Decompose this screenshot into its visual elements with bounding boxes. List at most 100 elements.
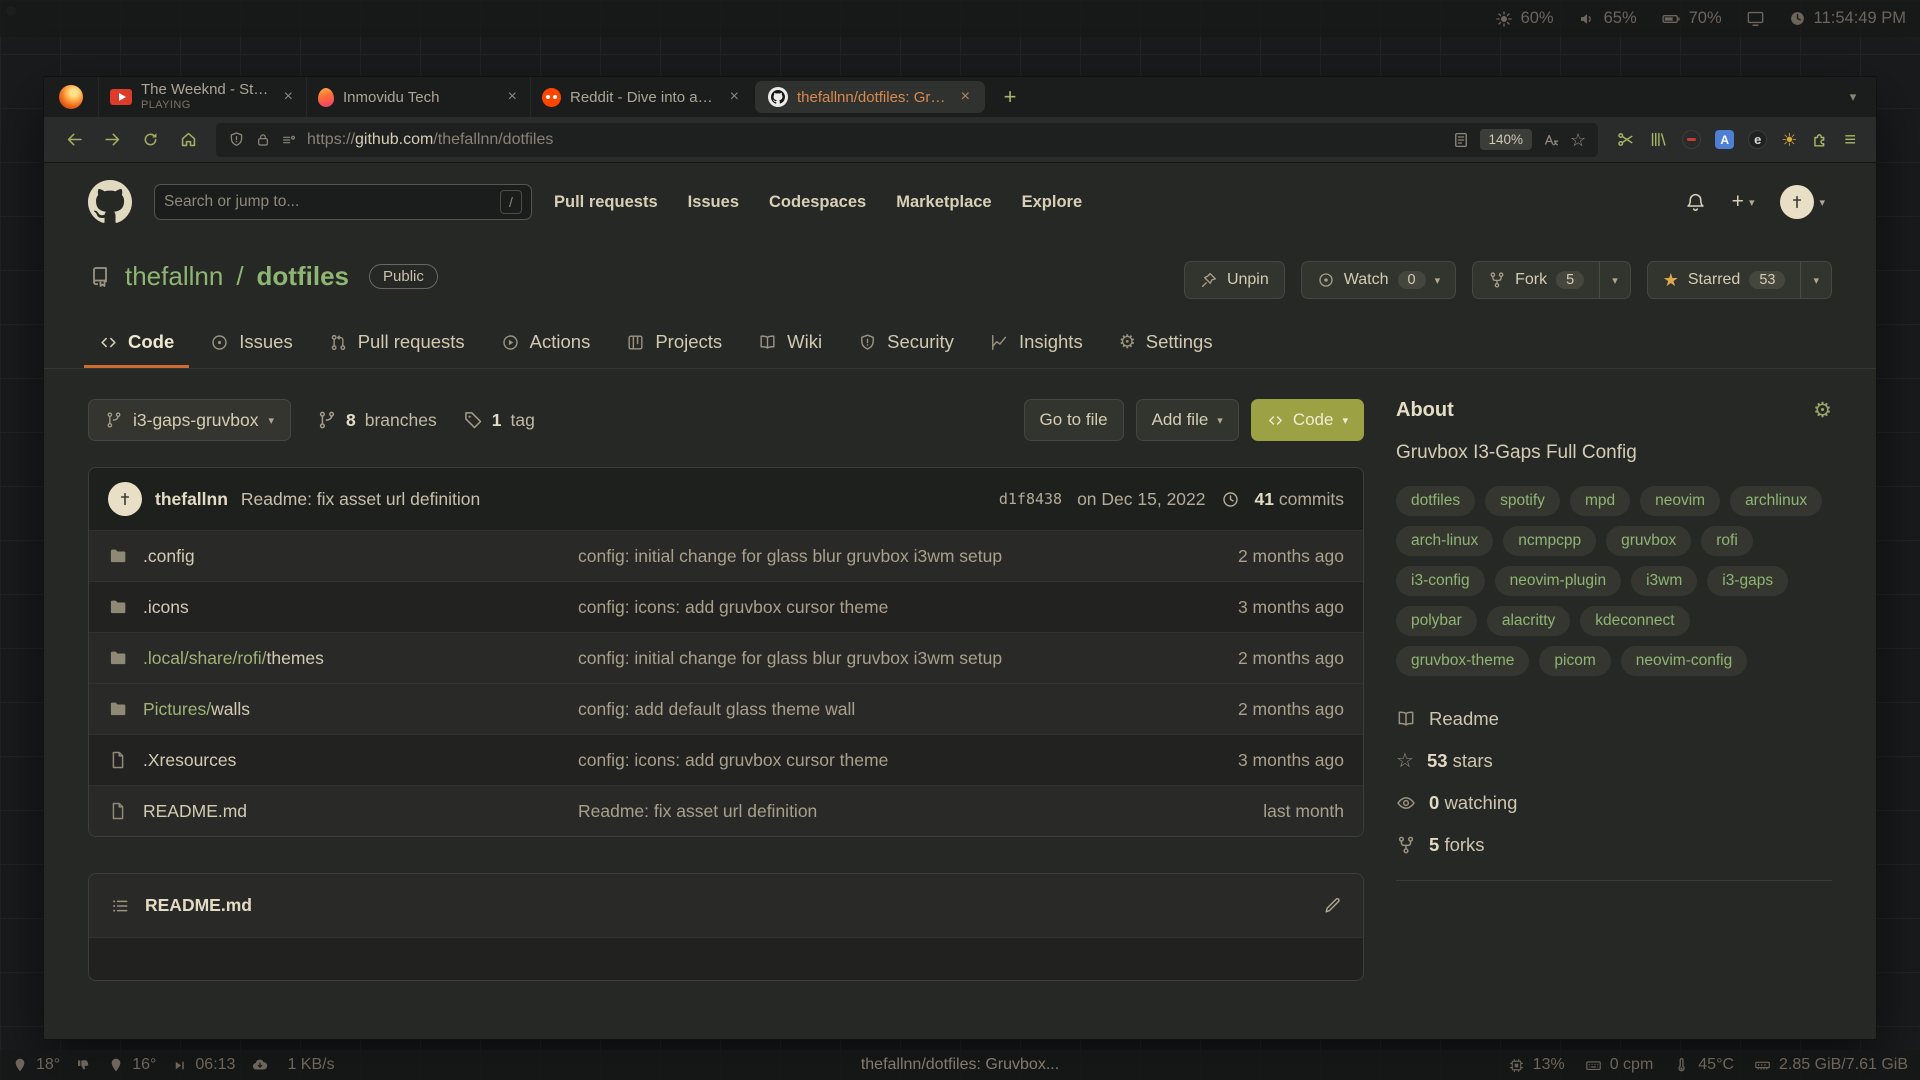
user-menu-button[interactable]: ▾ bbox=[1773, 185, 1832, 219]
add-file-button[interactable]: Add file ▾ bbox=[1136, 399, 1239, 441]
file-commit-message[interactable]: Readme: fix asset url definition bbox=[578, 801, 1154, 822]
topic-tag[interactable]: alacritty bbox=[1487, 606, 1570, 636]
commit-author-avatar[interactable] bbox=[108, 482, 142, 516]
watch-button[interactable]: Watch 0 ▾ bbox=[1301, 261, 1456, 299]
github-search-box[interactable]: / bbox=[154, 184, 532, 220]
home-button[interactable] bbox=[170, 123, 206, 157]
file-row[interactable]: README.md Readme: fix asset url definiti… bbox=[89, 785, 1363, 836]
nav-codespaces[interactable]: Codespaces bbox=[769, 193, 866, 212]
file-commit-message[interactable]: config: add default glass theme wall bbox=[578, 699, 1154, 720]
tab-reddit[interactable]: Reddit - Dive into anythi × bbox=[530, 77, 752, 117]
topic-tag[interactable]: neovim-plugin bbox=[1495, 566, 1622, 596]
star-dropdown-button[interactable]: ▾ bbox=[1800, 261, 1832, 299]
commit-author-link[interactable]: thefallnn bbox=[155, 489, 228, 510]
file-commit-message[interactable]: config: icons: add gruvbox cursor theme bbox=[578, 750, 1154, 771]
notifications-bell-button[interactable] bbox=[1678, 192, 1713, 213]
tab-projects[interactable]: Projects bbox=[611, 321, 737, 368]
url-bar[interactable]: https://github.com/thefallnn/dotfiles 14… bbox=[216, 123, 1598, 157]
file-name-link[interactable]: .icons bbox=[143, 597, 189, 617]
screenshot-scissors-icon[interactable] bbox=[1616, 130, 1635, 149]
readme-link[interactable]: Readme bbox=[1396, 708, 1832, 730]
file-row[interactable]: Pictures/walls config: add default glass… bbox=[89, 683, 1363, 734]
puzzle-extensions-icon[interactable] bbox=[1811, 130, 1830, 149]
commits-count-link[interactable]: 41 commits bbox=[1255, 489, 1344, 510]
severity-extension-icon[interactable] bbox=[1682, 130, 1701, 149]
tab-music[interactable]: The Weeknd - Starboy ft. PLAYING × bbox=[98, 77, 306, 117]
topic-tag[interactable]: i3-config bbox=[1396, 566, 1485, 596]
file-commit-message[interactable]: config: initial change for glass blur gr… bbox=[578, 546, 1154, 567]
tracking-shield-icon[interactable] bbox=[228, 131, 245, 148]
tab-wiki[interactable]: Wiki bbox=[743, 321, 837, 368]
close-tab-button[interactable]: × bbox=[282, 88, 295, 106]
nav-explore[interactable]: Explore bbox=[1022, 193, 1083, 212]
tab-github-active[interactable]: thefallnn/dotfiles: Gruvb × bbox=[755, 81, 985, 113]
file-name-link[interactable]: themes bbox=[267, 648, 324, 668]
topic-tag[interactable]: polybar bbox=[1396, 606, 1477, 636]
tags-link[interactable]: 1 tag bbox=[463, 410, 535, 431]
branch-selector-button[interactable]: i3-gaps-gruvbox ▾ bbox=[88, 399, 291, 441]
fork-dropdown-button[interactable]: ▾ bbox=[1599, 261, 1631, 299]
repo-name-link[interactable]: dotfiles bbox=[257, 261, 349, 292]
tab-settings[interactable]: ⚙ Settings bbox=[1104, 321, 1228, 368]
forks-link[interactable]: 5 forks bbox=[1396, 834, 1832, 856]
nav-marketplace[interactable]: Marketplace bbox=[896, 193, 991, 212]
e-extension-icon[interactable]: e bbox=[1748, 130, 1767, 149]
go-to-file-button[interactable]: Go to file bbox=[1024, 399, 1124, 441]
github-logo[interactable] bbox=[88, 180, 132, 224]
file-name-link[interactable]: README.md bbox=[143, 801, 247, 821]
bookmark-star-icon[interactable]: ☆ bbox=[1570, 131, 1586, 149]
topic-tag[interactable]: ncmpcpp bbox=[1503, 526, 1596, 556]
topic-tag[interactable]: i3-gaps bbox=[1707, 566, 1788, 596]
topic-tag[interactable]: arch-linux bbox=[1396, 526, 1493, 556]
tab-security[interactable]: Security bbox=[843, 321, 969, 368]
new-tab-button[interactable]: + bbox=[988, 77, 1032, 117]
topic-tag[interactable]: gruvbox bbox=[1606, 526, 1691, 556]
file-row[interactable]: .icons config: icons: add gruvbox cursor… bbox=[89, 581, 1363, 632]
stars-link[interactable]: ☆ 53 stars bbox=[1396, 750, 1832, 772]
code-download-button[interactable]: Code ▾ bbox=[1251, 399, 1364, 441]
topic-tag[interactable]: archlinux bbox=[1730, 486, 1822, 516]
file-row[interactable]: .Xresources config: icons: add gruvbox c… bbox=[89, 734, 1363, 785]
hamburger-menu-icon[interactable]: ≡ bbox=[1844, 130, 1856, 150]
topic-tag[interactable]: mpd bbox=[1570, 486, 1630, 516]
file-row[interactable]: .config config: initial change for glass… bbox=[89, 530, 1363, 581]
firefox-button[interactable] bbox=[44, 77, 98, 117]
topic-tag[interactable]: rofi bbox=[1701, 526, 1753, 556]
url-text[interactable]: https://github.com/thefallnn/dotfiles bbox=[307, 131, 553, 149]
commit-message-link[interactable]: Readme: fix asset url definition bbox=[241, 489, 480, 510]
file-row[interactable]: .local/share/rofi/themes config: initial… bbox=[89, 632, 1363, 683]
topic-tag[interactable]: spotify bbox=[1485, 486, 1560, 516]
file-name-link[interactable]: .Xresources bbox=[143, 750, 236, 770]
edit-pencil-icon[interactable] bbox=[1323, 896, 1342, 915]
topic-tag[interactable]: gruvbox-theme bbox=[1396, 646, 1529, 676]
file-commit-message[interactable]: config: icons: add gruvbox cursor theme bbox=[578, 597, 1154, 618]
list-icon[interactable] bbox=[110, 896, 130, 916]
unpin-button[interactable]: Unpin bbox=[1184, 261, 1285, 299]
zoom-level-badge[interactable]: 140% bbox=[1480, 129, 1533, 150]
close-tab-button[interactable]: × bbox=[506, 88, 519, 106]
fork-button[interactable]: Fork 5 bbox=[1472, 261, 1600, 299]
file-name-link[interactable]: walls bbox=[211, 699, 250, 719]
topic-tag[interactable]: neovim-config bbox=[1621, 646, 1748, 676]
tab-inmovidu[interactable]: Inmovidu Tech × bbox=[306, 77, 530, 117]
readme-filename[interactable]: README.md bbox=[145, 895, 252, 916]
file-commit-message[interactable]: config: initial change for glass blur gr… bbox=[578, 648, 1154, 669]
topic-tag[interactable]: picom bbox=[1539, 646, 1610, 676]
translate-extension-icon[interactable]: A bbox=[1715, 130, 1734, 149]
list-all-tabs-button[interactable]: ▾ bbox=[1830, 77, 1876, 117]
reader-mode-icon[interactable] bbox=[1452, 131, 1470, 149]
gear-icon[interactable]: ⚙ bbox=[1813, 400, 1832, 421]
topic-tag[interactable]: dotfiles bbox=[1396, 486, 1475, 516]
repo-owner-link[interactable]: thefallnn bbox=[125, 261, 223, 292]
close-tab-button[interactable]: × bbox=[728, 88, 741, 106]
lock-icon[interactable] bbox=[255, 132, 271, 148]
file-path-prefix[interactable]: Pictures/ bbox=[143, 699, 211, 719]
nav-pull-requests[interactable]: Pull requests bbox=[554, 193, 658, 212]
file-path-prefix[interactable]: .local/share/rofi/ bbox=[143, 648, 267, 668]
translate-icon[interactable] bbox=[1542, 131, 1560, 149]
tab-issues[interactable]: Issues bbox=[195, 321, 307, 368]
tab-actions[interactable]: Actions bbox=[486, 321, 606, 368]
branches-link[interactable]: 8 branches bbox=[317, 410, 437, 431]
topic-tag[interactable]: i3wm bbox=[1631, 566, 1697, 596]
reload-button[interactable] bbox=[132, 123, 168, 157]
